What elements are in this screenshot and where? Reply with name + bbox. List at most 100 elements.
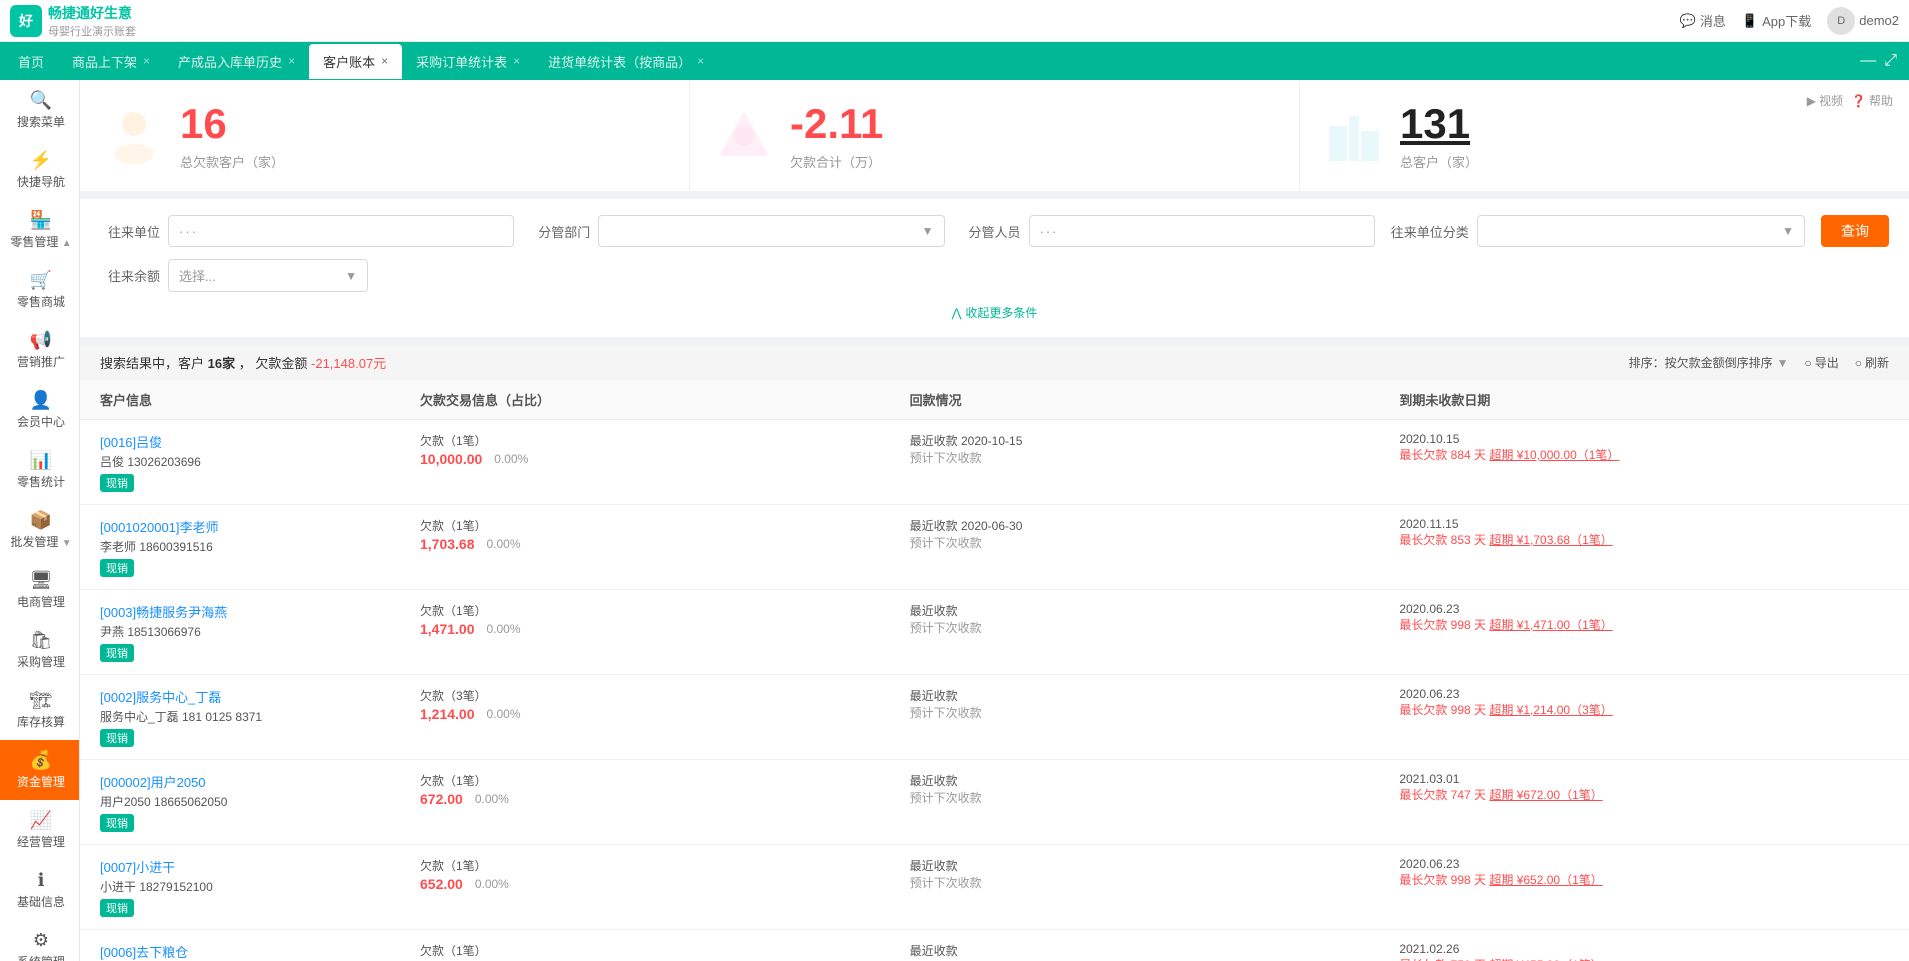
customer-name-link[interactable]: [0016]吕俊 [100,435,162,450]
table-row: [0003]畅捷服务尹海燕 尹燕 18513066976 现销 欠款（1笔） 1… [80,590,1909,675]
sidebar-item-purchase[interactable]: 🛍 采购管理 [0,620,79,680]
tab-inventory-history[interactable]: 产成品入库单历史 × [164,44,309,79]
overdue-days: 最长欠款 747 天 超期 ¥672.00（1笔） [1399,786,1889,803]
sidebar-item-retail-manage[interactable]: 🏪 零售管理 ▲ [0,200,79,260]
debt-percent: 0.00% [487,537,521,551]
overdue-link[interactable]: 超期 ¥672.00（1笔） [1489,788,1602,802]
recovery-last: 最近收款 [910,772,1400,789]
customer-info-cell: [000002]用户2050 用户2050 18665062050 现销 [100,772,420,832]
customer-name-link[interactable]: [0007]小进干 [100,860,175,875]
collapse-icon: ⋀ [952,306,962,320]
logo-icon: 好 [10,5,42,37]
table-row: [0001020001]李老师 李老师 18600391516 现销 欠款（1笔… [80,505,1909,590]
table-row: [0002]服务中心_丁磊 服务中心_丁磊 181 0125 8371 现销 欠… [80,675,1909,760]
avatar: D [1827,7,1855,35]
customers-icon [104,106,164,166]
purchase-icon: 🛍 [7,630,75,651]
sidebar-item-finance[interactable]: 💰 资金管理 [0,740,79,800]
customer-phone: 李老师 18600391516 [100,538,420,555]
sort-dropdown[interactable]: 排序：按欠款金额倒序排序 ▼ [1629,354,1789,371]
filter-dept: 分管部门 ▼ [530,215,944,247]
sidebar-item-system[interactable]: ⚙ 系统管理 [0,920,79,961]
close-tab-customer-ledger[interactable]: × [381,54,388,68]
filter-unit: 往来单位 ··· [100,215,514,247]
sidebar-item-marketing[interactable]: 📢 营销推广 [0,320,79,380]
category-chevron-icon: ▼ [1782,224,1794,238]
management-icon: 📈 [7,810,75,831]
quicknav-icon: ⚡ [7,150,75,171]
tab-goods-summary[interactable]: 进货单统计表（按商品） × [534,44,718,79]
data-table: 客户信息 欠款交易信息（占比） 回款情况 到期未收款日期 [0016]吕俊 吕俊… [80,380,1909,961]
close-tab-product-listing[interactable]: × [143,54,150,68]
video-icon: ▶ [1807,94,1816,108]
close-tab-inventory-history[interactable]: × [288,54,295,68]
customer-phone: 服务中心_丁磊 181 0125 8371 [100,708,420,725]
overdue-link[interactable]: 超期 ¥1,214.00（3笔） [1489,703,1612,717]
duedate-cell: 2020.06.23 最长欠款 998 天 超期 ¥1,471.00（1笔） [1399,602,1889,633]
tab-bar: 首页 商品上下架 × 产成品入库单历史 × 客户账本 × 采购订单统计表 × 进… [0,42,1909,80]
sidebar-item-retail-stats[interactable]: 📊 零售统计 [0,440,79,500]
filter-input-unit[interactable]: ··· [168,215,514,247]
tab-product-listing[interactable]: 商品上下架 × [58,44,164,79]
overdue-link[interactable]: 超期 ¥1,703.68（1笔） [1489,533,1612,547]
tab-purchase-summary[interactable]: 采购订单统计表 × [402,44,534,79]
debt-amount: 10,000.00 [420,451,482,467]
customer-name-link[interactable]: [000002]用户2050 [100,775,206,790]
recovery-last: 最近收款 2020-10-15 [910,432,1400,449]
close-tab-purchase-summary[interactable]: × [513,54,520,68]
recovery-last: 最近收款 2020-06-30 [910,517,1400,534]
refresh-button[interactable]: ○ 刷新 [1855,354,1889,371]
customer-phone: 小进干 18279152100 [100,878,420,895]
tab-home[interactable]: 首页 [4,44,58,79]
results-text: 搜索结果中，客户 16家 ， 欠款金额 -21,148.07元 [100,353,386,372]
search-button[interactable]: 查询 [1821,215,1889,247]
overdue-days: 最长欠款 884 天 超期 ¥10,000.00（1笔） [1399,446,1889,463]
overdue-link[interactable]: 超期 ¥1,471.00（1笔） [1489,618,1612,632]
video-action[interactable]: ▶ 视频 [1807,92,1843,109]
help-action[interactable]: ❓ 帮助 [1851,92,1893,109]
overdue-link[interactable]: 超期 ¥10,000.00（1笔） [1489,448,1619,462]
filter-select-dept[interactable]: ▼ [598,215,944,247]
close-tab-goods-summary[interactable]: × [697,54,704,68]
overdue-link[interactable]: 超期 ¥652.00（1笔） [1489,873,1602,887]
recovery-cell: 最近收款 预计下次收款 [910,772,1400,806]
sidebar-item-basics[interactable]: ℹ 基础信息 [0,860,79,920]
sidebar-item-retail-mall[interactable]: 🛒 零售商城 [0,260,79,320]
sidebar-item-wholesale[interactable]: 📦 批发管理 ▼ [0,500,79,560]
top-bar: 好 畅捷通好生意 母婴行业演示账套 💬 消息 📱 App下载 D demo2 [0,0,1909,42]
maximize-button[interactable]: ⤢ [1884,52,1897,70]
customer-name-link[interactable]: [0006]去下粮仓 [100,945,188,960]
sidebar: 🔍 搜索菜单 ⚡ 快捷导航 🏪 零售管理 ▲ 🛒 零售商城 📢 营销推广 � [0,80,80,961]
debt-info-cell: 欠款（1笔） 652.00 0.00% [420,857,910,892]
sidebar-item-ecommerce[interactable]: 🖥 电商管理 [0,560,79,620]
duedate-cell: 2021.03.01 最长欠款 747 天 超期 ¥672.00（1笔） [1399,772,1889,803]
debt-amount: 672.00 [420,791,463,807]
filter-row-2: 往来余额 选择... ▼ [100,259,1889,292]
mall-icon: 🛒 [7,270,75,291]
tab-customer-ledger[interactable]: 客户账本 × [309,44,402,79]
sidebar-item-search[interactable]: 🔍 搜索菜单 [0,80,79,140]
customer-name-link[interactable]: [0003]畅捷服务尹海燕 [100,605,227,620]
recovery-next: 预计下次收款 [910,704,1400,721]
recovery-next: 预计下次收款 [910,619,1400,636]
overdue-days: 最长欠款 750 天 超期 ¥455.90（1笔） [1399,956,1889,961]
collapse-filters-button[interactable]: ⋀ 收起更多条件 [100,304,1889,321]
sidebar-item-member[interactable]: 👤 会员中心 [0,380,79,440]
filter-select-balance[interactable]: 选择... ▼ [168,259,368,292]
minimize-button[interactable]: — [1860,52,1876,70]
filter-select-category[interactable]: ▼ [1477,215,1805,247]
filter-input-person[interactable]: ··· [1029,215,1375,247]
export-button[interactable]: ○ 导出 [1804,354,1838,371]
sidebar-item-management[interactable]: 📈 经营管理 [0,800,79,860]
message-button[interactable]: 💬 消息 [1680,11,1726,30]
sidebar-item-quicknav[interactable]: ⚡ 快捷导航 [0,140,79,200]
user-menu[interactable]: D demo2 [1827,7,1899,35]
sidebar-item-inventory[interactable]: 🏗 库存核算 [0,680,79,740]
customer-name-link[interactable]: [0001020001]李老师 [100,520,219,535]
overdue-days: 最长欠款 853 天 超期 ¥1,703.68（1笔） [1399,531,1889,548]
header-recovery: 回款情况 [910,390,1400,409]
customer-tag: 现销 [100,474,134,492]
customer-name-link[interactable]: [0002]服务中心_丁磊 [100,690,221,705]
debt-info-cell: 欠款（3笔） 1,214.00 0.00% [420,687,910,722]
app-download-button[interactable]: 📱 App下载 [1742,11,1811,30]
